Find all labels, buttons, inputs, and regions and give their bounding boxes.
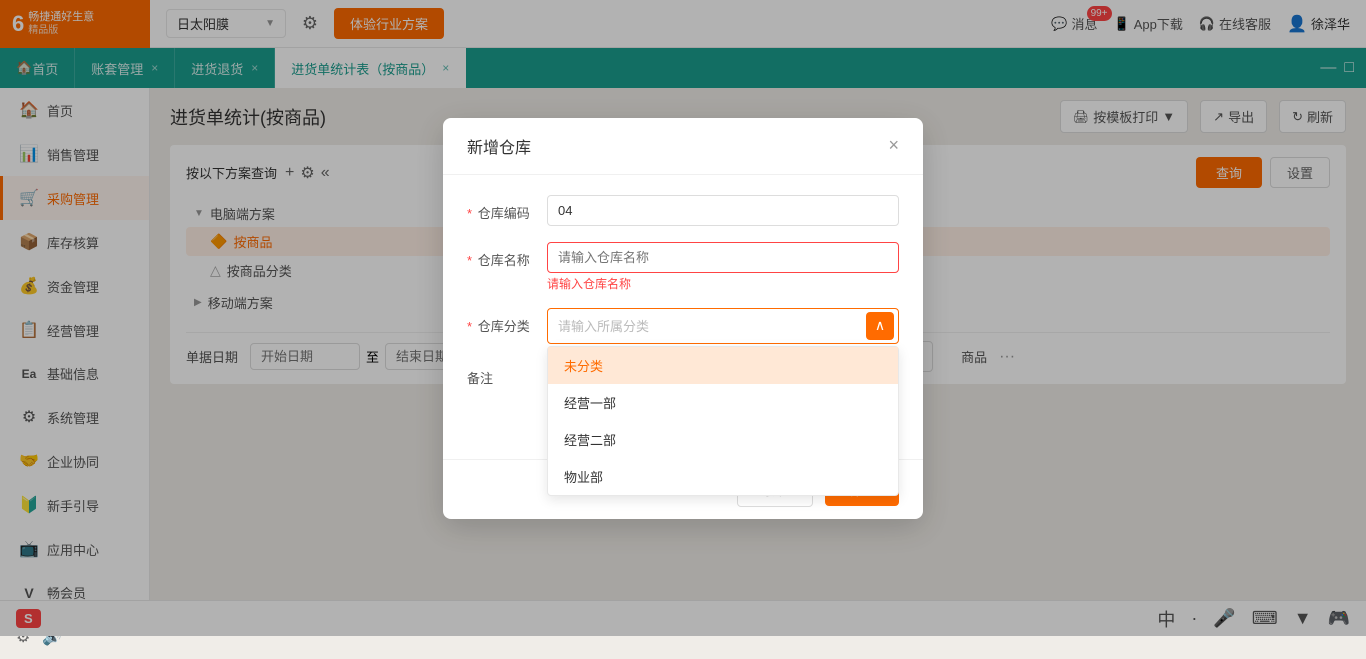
modal-close-button[interactable]: × [888,135,899,156]
name-label: * 仓库名称 [467,242,547,269]
name-error-tip: 请输入仓库名称 [547,275,899,292]
modal-overlay: 新增仓库 × * 仓库编码 * 仓库名称 [0,0,1366,636]
dropdown-item-uncategorized[interactable]: 未分类 [548,347,898,384]
category-field-row: * 仓库分类 请输入所属分类 ∧ 未分类 经营一部 经营二部 物业部 [467,308,899,344]
modal-header: 新增仓库 × [443,118,923,175]
name-input[interactable] [547,242,899,273]
modal-body: * 仓库编码 * 仓库名称 请输入仓库名称 [443,175,923,459]
category-input-row[interactable]: 请输入所属分类 ∧ [547,308,899,344]
code-label: * 仓库编码 [467,195,547,222]
category-input-text: 请输入所属分类 [558,316,866,335]
dropdown-item-property[interactable]: 物业部 [548,458,898,495]
code-field-row: * 仓库编码 [467,195,899,226]
dropdown-item-dept2[interactable]: 经营二部 [548,421,898,458]
code-input-wrap [547,195,899,226]
modal-title: 新增仓库 [467,134,531,158]
name-input-wrap: 请输入仓库名称 [547,242,899,292]
category-input-wrap: 请输入所属分类 ∧ 未分类 经营一部 经营二部 物业部 [547,308,899,344]
code-input[interactable] [547,195,899,226]
name-field-row: * 仓库名称 请输入仓库名称 [467,242,899,292]
category-dropdown: 未分类 经营一部 经营二部 物业部 [547,346,899,496]
category-toggle-button[interactable]: ∧ [866,312,894,340]
remark-label: 备注 [467,360,547,387]
dropdown-item-dept1[interactable]: 经营一部 [548,384,898,421]
add-warehouse-modal: 新增仓库 × * 仓库编码 * 仓库名称 [443,118,923,519]
category-label: * 仓库分类 [467,308,547,335]
